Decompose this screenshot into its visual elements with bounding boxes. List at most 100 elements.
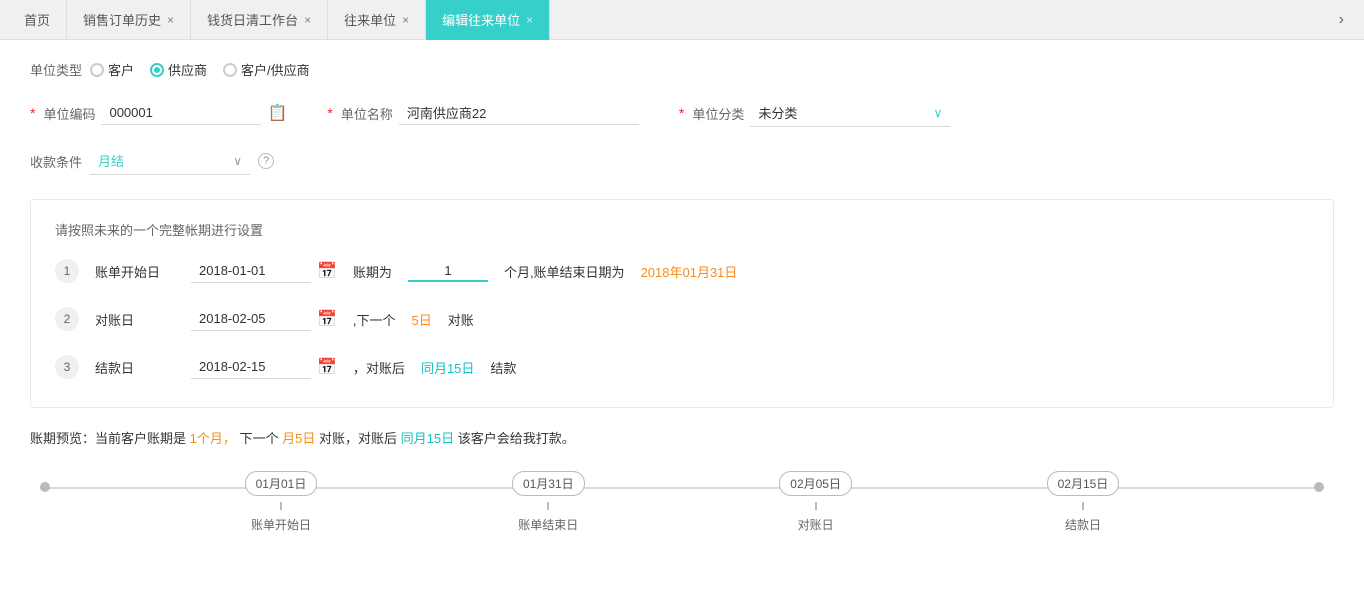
unit-info-row: * 单位编码 📋 * 单位名称 * 单位分类 未分类 ∨ [30, 99, 1334, 127]
payment-date-input[interactable] [191, 355, 311, 379]
radio-both[interactable]: 客户/供应商 [223, 60, 310, 79]
date-field-2: 📅 [191, 307, 337, 331]
radio-circle-supplier [150, 63, 164, 77]
unit-category-value: 未分类 [758, 103, 929, 122]
timeline-node-3: 02月05日 对账日 [779, 471, 852, 533]
radio-circle-both [223, 63, 237, 77]
copy-icon[interactable]: 📋 [267, 103, 287, 123]
node-badge-2: 01月31日 [512, 471, 585, 496]
node-label-1: 账单开始日 [251, 516, 311, 533]
radio-customer[interactable]: 客户 [90, 60, 134, 79]
node-label-4: 结款日 [1065, 516, 1101, 533]
row-label-2: 对账日 [95, 310, 175, 329]
row-label-3: 结款日 [95, 358, 175, 377]
row-num-1: 1 [55, 259, 79, 283]
timeline-node-4: 02月15日 结款日 [1047, 471, 1120, 533]
unit-category-label: 单位分类 [692, 104, 744, 123]
preview-tail: 该客户会给我打款。 [458, 431, 575, 446]
required-star: * [30, 105, 35, 121]
timeline-node-right-dot [1314, 471, 1324, 492]
unit-code-group: * 单位编码 📋 [30, 101, 287, 125]
chevron-down-icon: ∨ [934, 106, 943, 120]
period-label: 账期为 [353, 262, 392, 281]
tab-sales-history[interactable]: 销售订单历史 × [67, 0, 191, 40]
start-date-input[interactable] [191, 259, 311, 283]
preview-label: 账期预览：当前客户账期是 [30, 431, 186, 446]
unit-category-group: * 单位分类 未分类 ∨ [679, 99, 950, 127]
timeline-node-left-dot [40, 471, 50, 492]
preview-payment-day: 同月15日 [401, 431, 454, 446]
tab-partner[interactable]: 往来单位 × [328, 0, 426, 40]
payment-prefix: ，对账后 [353, 358, 405, 377]
period-unit: 个月,账单结束日期为 [504, 262, 625, 281]
node-badge-1: 01月01日 [245, 471, 318, 496]
reconcile-date-input[interactable] [191, 307, 311, 331]
payment-terms-row: 收款条件 月结 ∨ ? [30, 147, 1334, 175]
timeline-node-2: 01月31日 账单结束日 [512, 471, 585, 533]
reconcile-day-highlight: 5日 [412, 310, 432, 329]
unit-type-label: 单位类型 [30, 60, 82, 79]
tab-more-button[interactable]: › [1327, 11, 1356, 29]
tab-edit-partner[interactable]: 编辑往来单位 × [426, 0, 550, 40]
settings-box: 请按照未来的一个完整帐期进行设置 1 账单开始日 📅 账期为 个月,账单结束日期… [30, 199, 1334, 408]
reconcile-suffix: 对账 [448, 310, 474, 329]
preview-reconcile-text: 对账，对账后 [319, 431, 397, 446]
unit-code-label: 单位编码 [43, 104, 95, 123]
close-icon[interactable]: × [167, 13, 174, 27]
radio-supplier[interactable]: 供应商 [150, 60, 207, 79]
preview-section: 账期预览：当前客户账期是 1个月， 下一个 月5日 对账，对账后 同月15日 该… [30, 428, 1334, 447]
help-icon[interactable]: ? [258, 153, 274, 169]
settings-row-3: 3 结款日 📅 ，对账后 同月15日 结款 [55, 355, 1309, 379]
close-icon[interactable]: × [402, 13, 409, 27]
tab-cashflow[interactable]: 钱货日清工作台 × [191, 0, 328, 40]
close-icon[interactable]: × [526, 13, 533, 27]
radio-group-unit-type: 客户 供应商 客户/供应商 [90, 60, 310, 79]
preview-reconcile-day: 月5日 [282, 431, 315, 446]
close-icon[interactable]: × [304, 13, 311, 27]
unit-type-row: 单位类型 客户 供应商 客户/供应商 [30, 60, 1334, 79]
payment-terms-value: 月结 [98, 151, 229, 170]
node-label-2: 账单结束日 [518, 516, 578, 533]
tab-home[interactable]: 首页 [8, 0, 67, 40]
unit-name-label: 单位名称 [341, 104, 393, 123]
calendar-icon-2[interactable]: 📅 [317, 309, 337, 329]
unit-code-input[interactable] [101, 101, 261, 125]
end-date-highlight: 2018年01月31日 [641, 262, 738, 281]
date-field-1: 📅 [191, 259, 337, 283]
payment-suffix: 结款 [490, 358, 516, 377]
node-label-3: 对账日 [798, 516, 834, 533]
right-dot [1314, 482, 1324, 492]
node-stem-1 [280, 502, 282, 510]
timeline-container: 01月01日 账单开始日 01月31日 账单结束日 02月05日 对账日 02月… [30, 471, 1334, 593]
row-num-2: 2 [55, 307, 79, 331]
calendar-icon-1[interactable]: 📅 [317, 261, 337, 281]
next-prefix: ,下一个 [353, 310, 396, 329]
payment-terms-dropdown[interactable]: 月结 ∨ [90, 147, 250, 175]
unit-name-group: * 单位名称 [327, 101, 638, 125]
radio-circle-customer [90, 63, 104, 77]
node-stem-3 [815, 502, 817, 510]
period-input[interactable] [408, 261, 488, 282]
node-badge-3: 02月05日 [779, 471, 852, 496]
node-stem-2 [547, 502, 549, 510]
settings-row-1: 1 账单开始日 📅 账期为 个月,账单结束日期为 2018年01月31日 [55, 259, 1309, 283]
box-title: 请按照未来的一个完整帐期进行设置 [55, 220, 1309, 239]
tab-bar: 首页 销售订单历史 × 钱货日清工作台 × 往来单位 × 编辑往来单位 × › [0, 0, 1364, 40]
payment-terms-label: 收款条件 [30, 152, 82, 171]
preview-next: 下一个 [240, 431, 279, 446]
required-star-cat: * [679, 105, 684, 121]
row-label-1: 账单开始日 [95, 262, 175, 281]
settings-row-2: 2 对账日 📅 ,下一个 5日 对账 [55, 307, 1309, 331]
date-field-3: 📅 [191, 355, 337, 379]
timeline-node-1: 01月01日 账单开始日 [245, 471, 318, 533]
payment-day-highlight: 同月15日 [421, 358, 474, 377]
node-stem-4 [1082, 502, 1084, 510]
chevron-down-icon-payment: ∨ [233, 154, 242, 168]
unit-name-input[interactable] [399, 101, 639, 125]
left-dot [40, 482, 50, 492]
required-star-name: * [327, 105, 332, 121]
timeline-nodes: 01月01日 账单开始日 01月31日 账单结束日 02月05日 对账日 02月… [40, 471, 1324, 533]
calendar-icon-3[interactable]: 📅 [317, 357, 337, 377]
unit-category-dropdown[interactable]: 未分类 ∨ [750, 99, 950, 127]
preview-months: 1个月， [190, 431, 236, 446]
